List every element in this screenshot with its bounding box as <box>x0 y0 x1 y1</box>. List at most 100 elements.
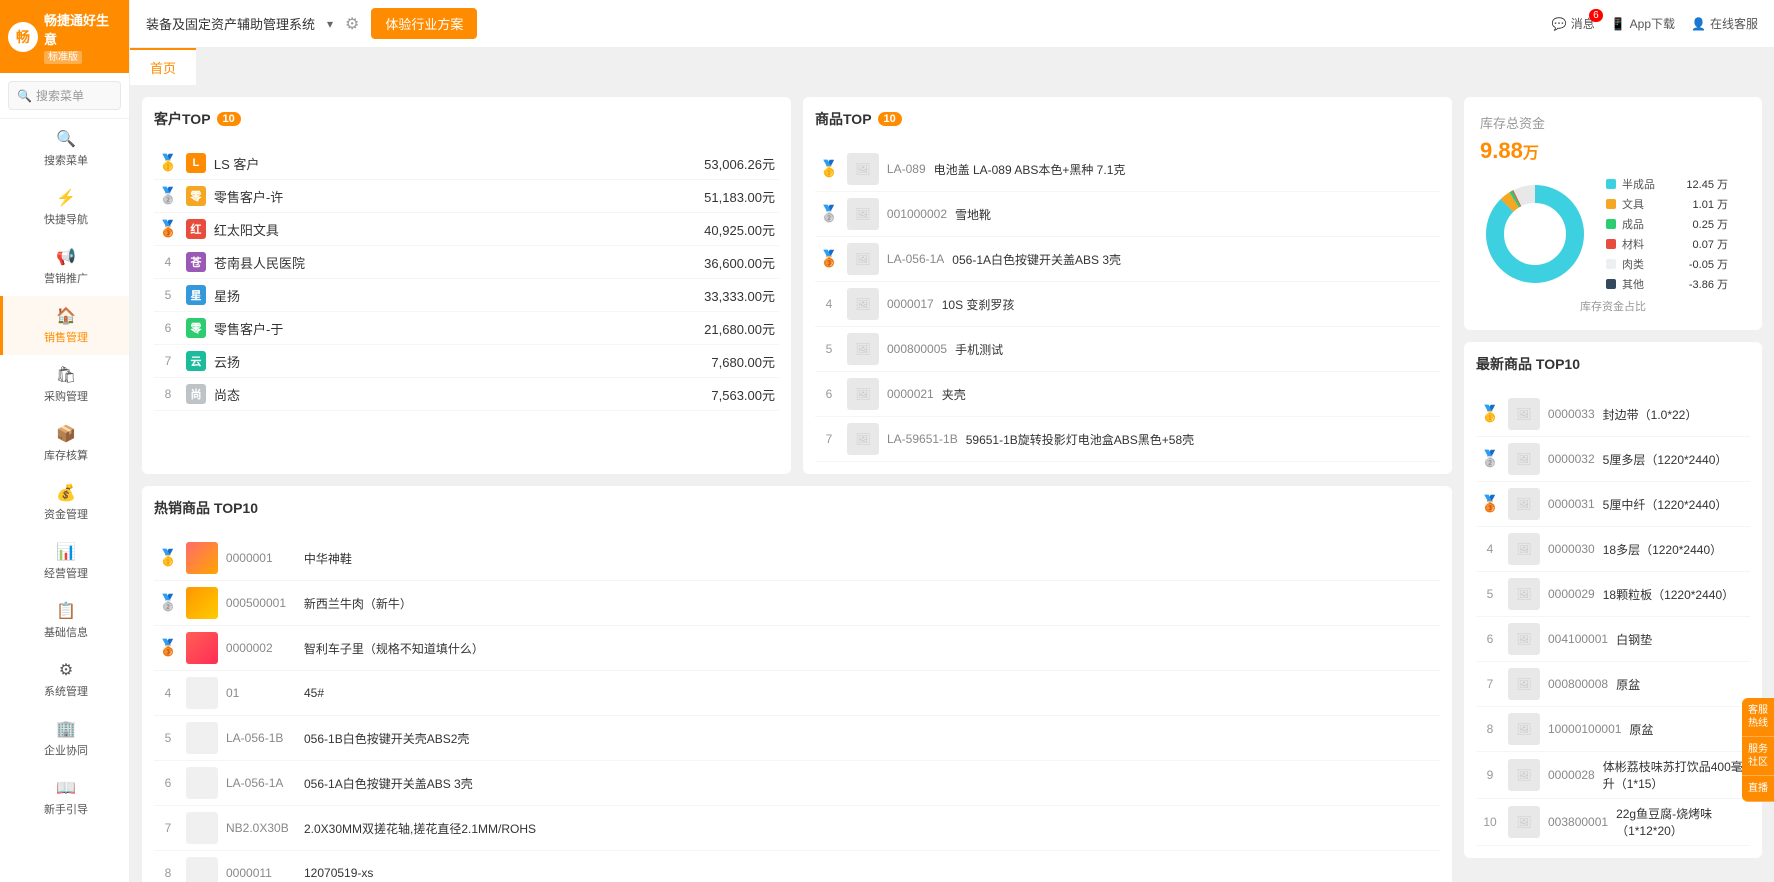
sidebar-item-quick[interactable]: ⚡ 快捷导航 <box>0 178 129 237</box>
rank-number: 6 <box>1480 632 1500 646</box>
rank-number: 7 <box>158 821 178 835</box>
top-product-item: 5 🖼 000800005 手机测试 <box>815 327 1440 372</box>
nav-label-sales: 销售管理 <box>44 329 88 345</box>
product-name: 5厘中纤（1220*2440） <box>1603 496 1746 513</box>
rank-item: 🥈 零 零售客户-许 51,183.00元 <box>154 180 779 213</box>
product-name: 12070519-xs <box>304 866 1436 880</box>
product-code: 10000100001 <box>1548 722 1621 736</box>
legend-value: 0.25 万 <box>1668 216 1728 232</box>
product-code: NB2.0X30B <box>226 821 296 835</box>
hot-product-item: 8 0000011 12070519-xs <box>154 851 1440 882</box>
rank-number: 5 <box>158 288 178 302</box>
tab-home[interactable]: 首页 <box>130 48 196 85</box>
legend-item: 成品 0.25 万 <box>1606 216 1728 232</box>
product-thumb: 🖼 <box>1508 533 1540 565</box>
product-thumb: 🖼 <box>847 198 879 230</box>
product-code: 0000029 <box>1548 587 1595 601</box>
mobile-icon: 📱 <box>1611 17 1626 31</box>
rank-number: 7 <box>158 354 178 368</box>
hot-products-card: 热销商品 TOP10 🥇 0000001 中华神鞋🥈 000500001 新西兰… <box>142 486 1452 882</box>
content-area: 客户TOP 10 🥇 L LS 客户 53,006.26元🥈 零 零售客户-许 … <box>130 85 1774 882</box>
sidebar-item-sales[interactable]: 🏠 销售管理 <box>0 296 129 355</box>
customer-name: 零售客户-许 <box>214 187 696 206</box>
sidebar-item-enterprise[interactable]: 🏢 企业协同 <box>0 709 129 768</box>
sidebar-item-finance[interactable]: 💰 资金管理 <box>0 473 129 532</box>
rank-number: 6 <box>158 776 178 790</box>
donut-area: 半成品 12.45 万 文具 1.01 万 成品 0.25 万 材料 0.07 … <box>1480 176 1746 292</box>
product-image <box>186 632 218 664</box>
search-icon: 🔍 <box>17 89 32 103</box>
new-product-item: 🥇 🖼 0000033 封边带（1.0*22） <box>1476 392 1750 437</box>
product-code: 0000032 <box>1548 452 1595 466</box>
nav-icon-marketing: 📢 <box>56 247 76 267</box>
nav-label-guide: 新手引导 <box>44 801 88 817</box>
float-action-button[interactable]: 客服热线 <box>1742 698 1774 737</box>
customer-name: LS 客户 <box>214 154 696 173</box>
rank-number: 4 <box>158 686 178 700</box>
nav-label-inventory: 库存核算 <box>44 447 88 463</box>
product-name: 新西兰牛肉（新牛） <box>304 595 1436 612</box>
trial-button[interactable]: 体验行业方案 <box>371 8 477 39</box>
nav-icon-system: ⚙ <box>59 660 73 680</box>
float-action-button[interactable]: 直播 <box>1742 776 1774 802</box>
customer-badge: 尚 <box>186 384 206 404</box>
header: 装备及固定资产辅助管理系统 ▾ ⚙ 体验行业方案 💬 消息 6 📱 App下载 … <box>130 0 1774 48</box>
sidebar-item-guide[interactable]: 📖 新手引导 <box>0 768 129 827</box>
medal-gold: 🥇 <box>1480 404 1500 424</box>
medal-silver: 🥈 <box>158 186 178 206</box>
customers-badge: 10 <box>217 112 241 126</box>
product-code: LA-056-1A <box>887 252 944 266</box>
app-download-button[interactable]: 📱 App下载 <box>1611 15 1675 32</box>
hot-product-item: 7 NB2.0X30B 2.0X30MM双搓花轴,搓花直径2.1MM/ROHS <box>154 806 1440 851</box>
sidebar-item-operations[interactable]: 📊 经营管理 <box>0 532 129 591</box>
product-thumb: 🖼 <box>847 333 879 365</box>
sidebar-item-search[interactable]: 🔍 搜索菜单 <box>0 119 129 178</box>
medal-gold: 🥇 <box>158 548 178 568</box>
message-button[interactable]: 💬 消息 6 <box>1552 15 1595 32</box>
product-thumb-placeholder <box>186 857 218 882</box>
float-action-button[interactable]: 服务社区 <box>1742 737 1774 776</box>
new-product-item: 🥉 🖼 0000031 5厘中纤（1220*2440） <box>1476 482 1750 527</box>
product-thumb: 🖼 <box>1508 578 1540 610</box>
rank-number: 5 <box>158 731 178 745</box>
legend-item: 肉类 -0.05 万 <box>1606 256 1728 272</box>
nav-label-finance: 资金管理 <box>44 506 88 522</box>
nav-icon-inventory: 📦 <box>56 424 76 444</box>
medal-bronze: 🥉 <box>819 249 839 269</box>
medal-bronze: 🥉 <box>158 638 178 658</box>
online-service-button[interactable]: 👤 在线客服 <box>1691 15 1758 32</box>
new-product-item: 7 🖼 000800008 原盆 <box>1476 662 1750 707</box>
product-code: 01 <box>226 686 296 700</box>
search-menu-button[interactable]: 🔍 搜索菜单 <box>8 81 121 110</box>
product-name: 原盆 <box>1629 721 1746 738</box>
product-thumb-placeholder <box>186 677 218 709</box>
system-name: 装备及固定资产辅助管理系统 <box>146 14 315 33</box>
settings-button[interactable]: ⚙ <box>345 14 359 34</box>
sidebar-item-base[interactable]: 📋 基础信息 <box>0 591 129 650</box>
customer-name: 零售客户-于 <box>214 319 696 338</box>
product-name: 22g鱼豆腐-烧烤味（1*12*20） <box>1616 805 1746 839</box>
product-thumb: 🖼 <box>1508 443 1540 475</box>
sidebar-item-system[interactable]: ⚙ 系统管理 <box>0 650 129 709</box>
legend-dot <box>1606 239 1616 249</box>
product-name: 056-1B白色按键开关壳ABS2壳 <box>304 730 1436 747</box>
legend-name: 其他 <box>1622 276 1662 292</box>
logo-text: 畅捷通好生意 标准版 <box>44 10 121 63</box>
sidebar-item-marketing[interactable]: 📢 营销推广 <box>0 237 129 296</box>
rank-item: 8 尚 尚态 7,563.00元 <box>154 378 779 411</box>
top-row: 客户TOP 10 🥇 L LS 客户 53,006.26元🥈 零 零售客户-许 … <box>142 97 1452 474</box>
rank-number: 4 <box>158 255 178 269</box>
product-code: 0000030 <box>1548 542 1595 556</box>
system-dropdown-button[interactable]: ▾ <box>327 17 333 31</box>
product-name: 体彬荔枝味苏打饮品400毫升（1*15） <box>1603 758 1746 792</box>
legend-name: 肉类 <box>1622 256 1662 272</box>
top-products-left-title: 商品TOP 10 <box>815 109 902 129</box>
product-code: 0000011 <box>226 866 296 880</box>
legend-dot <box>1606 279 1616 289</box>
rank-number: 7 <box>819 432 839 446</box>
sidebar-item-inventory[interactable]: 📦 库存核算 <box>0 414 129 473</box>
product-name: 白钢垫 <box>1616 631 1746 648</box>
product-thumb: 🖼 <box>1508 668 1540 700</box>
sidebar-item-purchase[interactable]: 🛍 采购管理 <box>0 355 129 414</box>
legend-value: 0.07 万 <box>1668 236 1728 252</box>
